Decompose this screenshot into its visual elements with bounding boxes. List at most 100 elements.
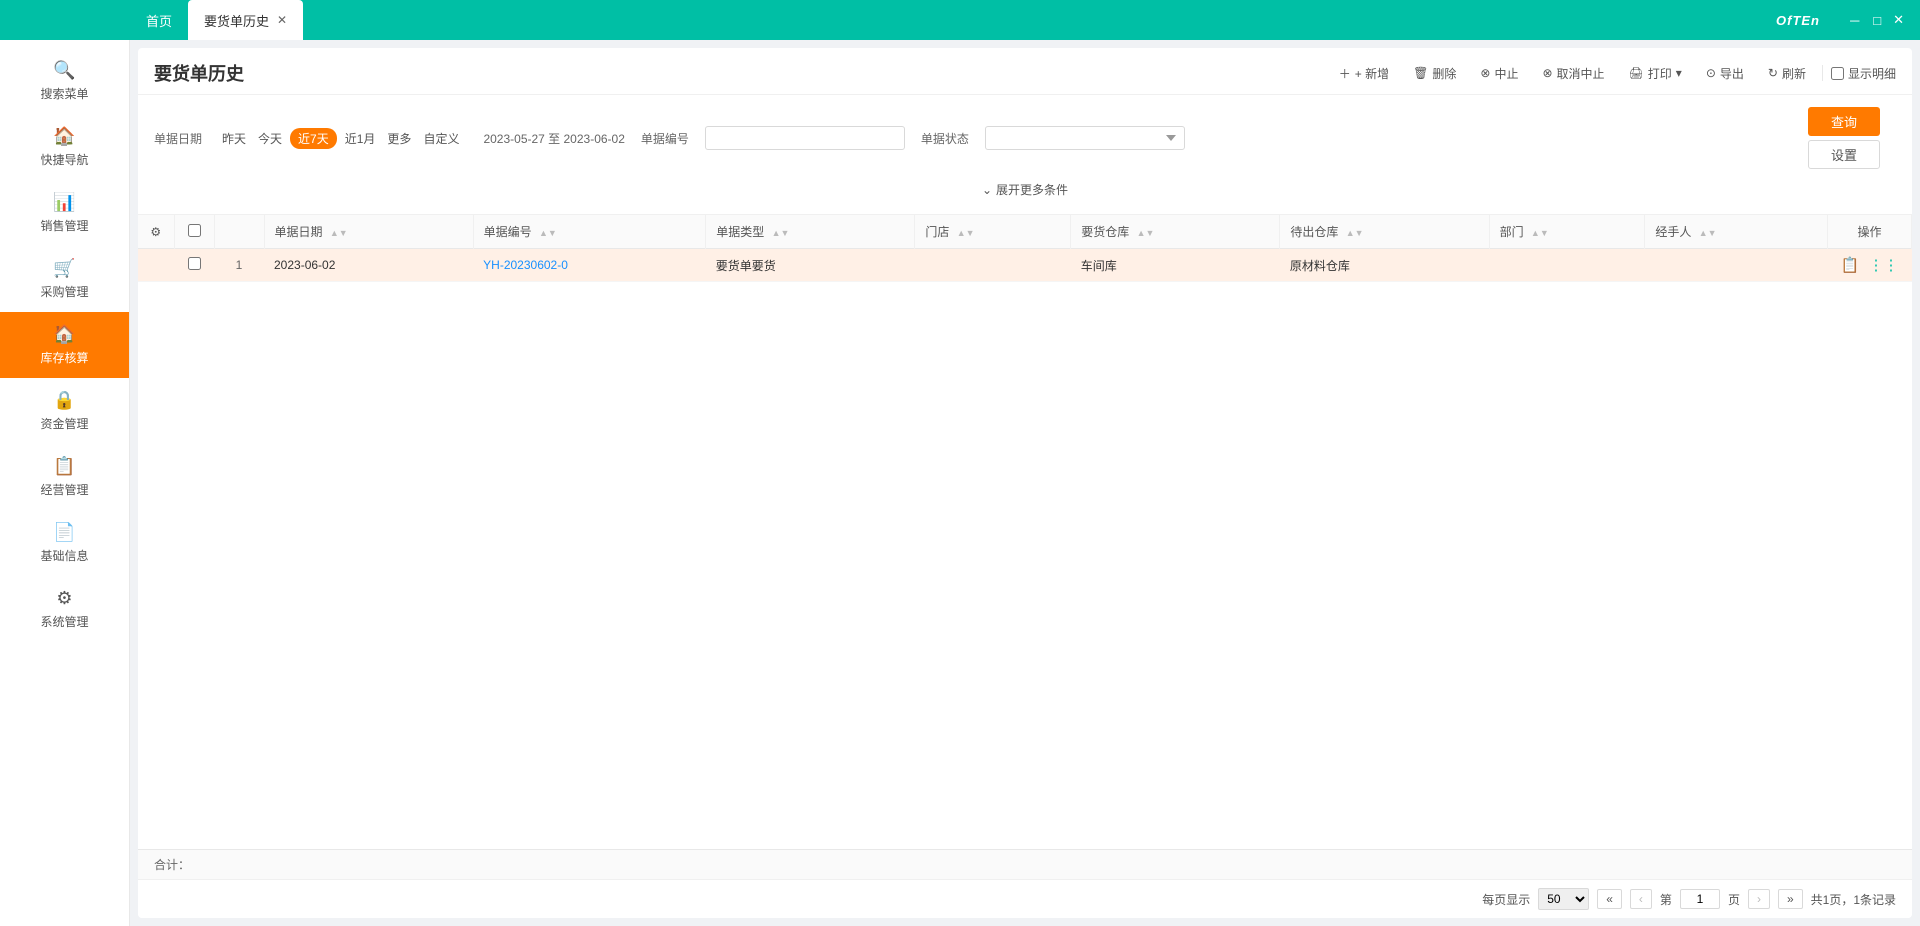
layout: 🔍 搜索菜单 🏠 快捷导航 📊 销售管理 🛒 采购管理 🏠 库存核算 🔒 资金管… [0, 40, 1920, 926]
order-no-link[interactable]: YH-20230602-0 [483, 258, 568, 272]
th-settings[interactable]: ⚙ [138, 215, 174, 249]
sidebar-item-sales[interactable]: 📊 销售管理 [0, 180, 129, 246]
cell-settings [138, 249, 174, 282]
last-page-btn[interactable]: » [1778, 889, 1803, 909]
show-detail-checkbox[interactable] [1831, 67, 1844, 80]
sidebar-item-nav[interactable]: 🏠 快捷导航 [0, 114, 129, 180]
export-btn[interactable]: ⊙ 导出 [1698, 61, 1752, 86]
query-btn-area: 查询 设置 [1808, 107, 1880, 169]
page-size-label: 每页显示 [1482, 891, 1530, 908]
sidebar: 🔍 搜索菜单 🏠 快捷导航 📊 销售管理 🛒 采购管理 🏠 库存核算 🔒 资金管… [0, 40, 130, 926]
th-department[interactable]: 部门 ▲▼ [1489, 215, 1645, 249]
maximize-btn[interactable]: □ [1873, 13, 1881, 28]
sidebar-item-sales-label: 销售管理 [40, 217, 88, 234]
order-no-input[interactable] [705, 126, 905, 150]
refresh-btn[interactable]: ↻ 刷新 [1760, 61, 1814, 86]
cell-store [915, 249, 1071, 282]
date-btn-today[interactable]: 今天 [254, 128, 286, 149]
cell-type: 要货单要货 [706, 249, 915, 282]
th-type[interactable]: 单据类型 ▲▼ [706, 215, 915, 249]
print-btn[interactable]: 🖨 打印 ▾ [1621, 61, 1690, 86]
sort-to-warehouse-icon: ▲▼ [1346, 228, 1364, 238]
select-all-checkbox[interactable] [188, 224, 201, 237]
table-container: ⚙ 单据日期 ▲▼ 单据编号 ▲▼ [138, 215, 1912, 849]
th-handler[interactable]: 经手人 ▲▼ [1645, 215, 1828, 249]
sidebar-item-finance-label: 资金管理 [40, 415, 88, 432]
new-icon: ＋ [1339, 65, 1351, 82]
cell-date: 2023-06-02 [264, 249, 473, 282]
sidebar-item-operations-label: 经营管理 [40, 481, 88, 498]
filter-area: 单据日期 昨天 今天 近7天 近1月 更多 自定义 2023-05-27 至 2… [138, 95, 1912, 215]
sidebar-item-search[interactable]: 🔍 搜索菜单 [0, 48, 129, 114]
sidebar-item-basic-label: 基础信息 [40, 547, 88, 564]
th-checkbox [174, 215, 214, 249]
sidebar-item-nav-label: 快捷导航 [40, 151, 88, 168]
tab-purchase-history[interactable]: 要货单历史 ✕ [188, 0, 303, 40]
sort-type-icon: ▲▼ [772, 228, 790, 238]
status-select[interactable] [985, 126, 1185, 150]
prev-page-btn[interactable]: ‹ [1630, 889, 1652, 909]
tab-home[interactable]: 首页 [130, 0, 188, 40]
new-btn[interactable]: ＋ + 新增 [1331, 61, 1397, 86]
th-from-warehouse[interactable]: 要货仓库 ▲▼ [1071, 215, 1280, 249]
print-icon: 🖨 [1629, 66, 1644, 80]
close-tab-icon[interactable]: ✕ [277, 13, 287, 27]
date-btn-1month[interactable]: 近1月 [341, 128, 380, 149]
date-btn-7days[interactable]: 近7天 [290, 128, 337, 149]
settings-btn[interactable]: 设置 [1808, 140, 1880, 169]
cell-checkbox [174, 249, 214, 282]
tab-home-label: 首页 [146, 11, 172, 30]
delete-icon: 🗑 [1413, 66, 1428, 80]
show-detail-toggle[interactable]: 显示明细 [1831, 65, 1896, 82]
table-body: 1 2023-06-02 YH-20230602-0 要货单要货 车间库 原材料… [138, 249, 1912, 282]
th-no [214, 215, 264, 249]
system-icon: ⚙ [56, 588, 72, 609]
row-checkbox[interactable] [188, 257, 201, 270]
stop-btn[interactable]: ⊗ 中止 [1472, 61, 1526, 86]
date-btn-custom[interactable]: 自定义 [419, 128, 463, 149]
next-page-btn[interactable]: › [1748, 889, 1770, 909]
page-area: 要货单历史 ＋ + 新增 🗑 删除 ⊗ 中止 ⊗ [138, 48, 1912, 918]
th-actions: 操作 [1827, 215, 1911, 249]
sort-handler-icon: ▲▼ [1699, 228, 1717, 238]
date-btn-more[interactable]: 更多 [383, 128, 415, 149]
sidebar-item-finance[interactable]: 🔒 资金管理 [0, 378, 129, 444]
th-date[interactable]: 单据日期 ▲▼ [264, 215, 473, 249]
cancel-stop-btn[interactable]: ⊗ 取消中止 [1534, 61, 1612, 86]
toolbar: ＋ + 新增 🗑 删除 ⊗ 中止 ⊗ 取消中止 [1331, 61, 1896, 86]
order-no-label: 单据编号 [641, 130, 689, 147]
purchase-icon: 🛒 [53, 258, 75, 279]
sidebar-item-inventory[interactable]: 🏠 库存核算 [0, 312, 129, 378]
first-page-btn[interactable]: « [1597, 889, 1622, 909]
th-order-no[interactable]: 单据编号 ▲▼ [473, 215, 706, 249]
minimize-btn[interactable]: － [1848, 11, 1861, 30]
th-to-warehouse[interactable]: 待出仓库 ▲▼ [1280, 215, 1489, 249]
date-btn-yesterday[interactable]: 昨天 [218, 128, 250, 149]
sidebar-item-system-label: 系统管理 [40, 613, 88, 630]
cell-from-warehouse: 车间库 [1071, 249, 1280, 282]
filter-row-1: 单据日期 昨天 今天 近7天 近1月 更多 自定义 2023-05-27 至 2… [154, 107, 1896, 169]
edit-action-icon[interactable]: 📋 [1840, 257, 1859, 274]
sidebar-item-search-label: 搜索菜单 [40, 85, 88, 102]
delete-btn[interactable]: 🗑 删除 [1405, 61, 1464, 86]
expand-more-btn[interactable]: ⌄ 展开更多条件 [154, 177, 1896, 202]
window-close-btn[interactable]: ✕ [1893, 12, 1904, 28]
pagination-summary: 共1页，1条记录 [1811, 891, 1896, 908]
basic-icon: 📄 [53, 522, 75, 543]
th-store[interactable]: 门店 ▲▼ [915, 215, 1071, 249]
page-title: 要货单历史 [154, 60, 244, 86]
cancel-stop-icon: ⊗ [1542, 66, 1552, 80]
sidebar-item-basic[interactable]: 📄 基础信息 [0, 510, 129, 576]
sidebar-item-system[interactable]: ⚙ 系统管理 [0, 576, 129, 642]
finance-icon: 🔒 [53, 390, 75, 411]
date-filter-label: 单据日期 [154, 130, 202, 147]
page-label: 第 [1660, 891, 1672, 908]
page-size-select[interactable]: 20 50 100 [1538, 888, 1589, 910]
query-btn[interactable]: 查询 [1808, 107, 1880, 136]
page-input[interactable] [1680, 889, 1720, 909]
more-action-icon[interactable]: ⋮⋮ [1869, 257, 1899, 274]
page-suffix: 页 [1728, 891, 1740, 908]
sidebar-item-operations[interactable]: 📋 经营管理 [0, 444, 129, 510]
sidebar-item-purchase[interactable]: 🛒 采购管理 [0, 246, 129, 312]
print-dropdown-icon[interactable]: ▾ [1676, 66, 1682, 80]
